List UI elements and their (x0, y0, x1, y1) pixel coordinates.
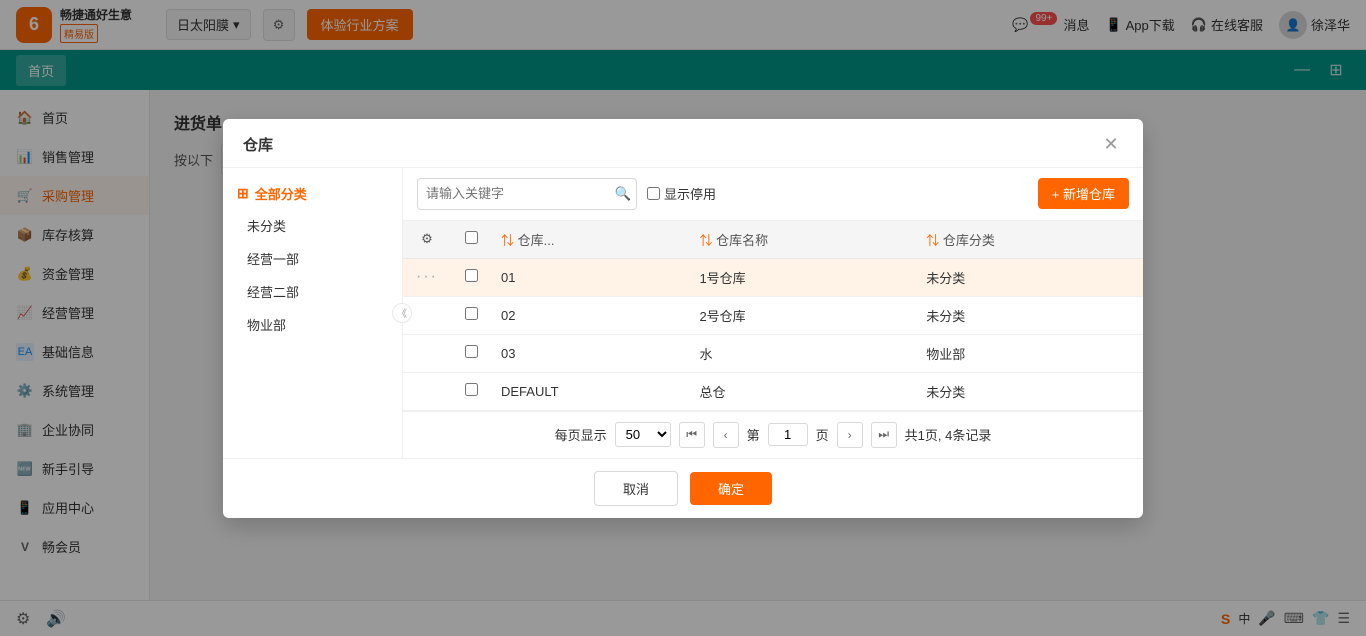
prev-page-button[interactable]: ‹ (713, 422, 739, 448)
warehouse-table: ⚙ ⇅ 仓库... ⇅ 仓库名称 (403, 221, 1143, 411)
row-cell-code-3: 03 (491, 334, 689, 372)
sort-icon-2: ⇅ (699, 233, 712, 248)
row-dots-4 (403, 372, 451, 410)
table-row[interactable]: ··· 01 1号仓库 未分类 (403, 258, 1143, 296)
col-settings: ⚙ (403, 221, 451, 259)
add-warehouse-button[interactable]: + 新增仓库 (1038, 178, 1129, 209)
first-page-button[interactable]: ⏮ (679, 422, 705, 448)
show-disabled-checkbox[interactable] (647, 187, 660, 200)
row-checkbox-4[interactable] (465, 383, 478, 396)
last-page-button[interactable]: ⏭ (871, 422, 897, 448)
confirm-button[interactable]: 确定 (690, 472, 772, 505)
grid-icon: ⊞ (237, 185, 249, 202)
table-row[interactable]: DEFAULT 总仓 未分类 (403, 372, 1143, 410)
row-checkbox-2[interactable] (465, 307, 478, 320)
tree-item-unclassified[interactable]: 未分类 (223, 209, 402, 242)
row-dots-3 (403, 334, 451, 372)
pagination-bar: 每页显示 50 10 20 100 ⏮ ‹ 第 页 › ⏭ 共1页, 4条记录 (403, 411, 1143, 458)
table-header: ⚙ ⇅ 仓库... ⇅ 仓库名称 (403, 221, 1143, 259)
row-cell-name-3: 水 (689, 334, 916, 372)
modal-overlay: 仓库 ✕ ⊞ 全部分类 未分类 经营一部 经营二部 物业部 《 (0, 0, 1366, 636)
data-table: ⚙ ⇅ 仓库... ⇅ 仓库名称 (403, 221, 1143, 411)
row-cell-name-2: 2号仓库 (689, 296, 916, 334)
tree-panel: ⊞ 全部分类 未分类 经营一部 经营二部 物业部 《 (223, 168, 403, 458)
tree-item-property[interactable]: 物业部 (223, 308, 402, 341)
row-cell-checkbox-3 (451, 334, 491, 372)
show-disabled-label[interactable]: 显示停用 (647, 184, 716, 203)
dialog-body: ⊞ 全部分类 未分类 经营一部 经营二部 物业部 《 🔍 (223, 168, 1143, 458)
right-toolbar: 🔍 显示停用 + 新增仓库 (403, 168, 1143, 221)
dialog-header: 仓库 ✕ (223, 119, 1143, 168)
row-checkbox-1[interactable] (465, 269, 478, 282)
sort-icon-3: ⇅ (926, 233, 939, 248)
table-body: ··· 01 1号仓库 未分类 (403, 258, 1143, 410)
tree-item-dept2[interactable]: 经营二部 (223, 275, 402, 308)
select-all-checkbox[interactable] (465, 231, 478, 244)
tree-root[interactable]: ⊞ 全部分类 (223, 178, 402, 209)
per-page-select[interactable]: 50 10 20 100 (615, 422, 671, 447)
show-disabled-text: 显示停用 (664, 184, 716, 203)
sort-icon: ⇅ (501, 233, 514, 248)
row-cell-name-4: 总仓 (689, 372, 916, 410)
search-icon: 🔍 (615, 186, 632, 202)
row-cell-category-1: 未分类 (916, 258, 1143, 296)
cancel-button[interactable]: 取消 (594, 471, 678, 506)
row-cell-checkbox-4 (451, 372, 491, 410)
row-action-dots[interactable]: ··· (416, 268, 438, 285)
row-cell-checkbox-2 (451, 296, 491, 334)
tree-collapse-button[interactable]: 《 (392, 303, 412, 323)
table-row[interactable]: 03 水 物业部 (403, 334, 1143, 372)
row-cell-name-1: 1号仓库 (689, 258, 916, 296)
row-cell-checkbox-1 (451, 258, 491, 296)
total-info: 共1页, 4条记录 (905, 425, 992, 444)
page-number-input[interactable] (768, 423, 808, 446)
dialog-close-button[interactable]: ✕ (1099, 133, 1123, 157)
row-cell-category-3: 物业部 (916, 334, 1143, 372)
dialog-footer: 取消 确定 (223, 458, 1143, 518)
tree-item-dept1[interactable]: 经营一部 (223, 242, 402, 275)
per-page-label: 每页显示 (555, 425, 607, 444)
search-input[interactable] (418, 181, 610, 206)
row-cell-code-1: 01 (491, 258, 689, 296)
search-button[interactable]: 🔍 (610, 179, 636, 209)
row-checkbox-3[interactable] (465, 345, 478, 358)
row-cell-category-2: 未分类 (916, 296, 1143, 334)
tree-root-label: 全部分类 (255, 184, 307, 203)
row-cell-code-4: DEFAULT (491, 372, 689, 410)
page-suffix: 页 (816, 425, 829, 444)
row-cell-category-4: 未分类 (916, 372, 1143, 410)
col-category: ⇅ 仓库分类 (916, 221, 1143, 259)
row-cell-code-2: 02 (491, 296, 689, 334)
table-row[interactable]: 02 2号仓库 未分类 (403, 296, 1143, 334)
col-checkbox (451, 221, 491, 259)
col-name: ⇅ 仓库名称 (689, 221, 916, 259)
row-dots-1: ··· (403, 258, 451, 296)
search-input-wrap: 🔍 (417, 178, 637, 210)
right-panel: 🔍 显示停用 + 新增仓库 ⚙ (403, 168, 1143, 458)
col-code: ⇅ 仓库... (491, 221, 689, 259)
dialog-title: 仓库 (243, 134, 273, 155)
next-page-button[interactable]: › (837, 422, 863, 448)
warehouse-dialog: 仓库 ✕ ⊞ 全部分类 未分类 经营一部 经营二部 物业部 《 (223, 119, 1143, 518)
page-label: 第 (747, 425, 760, 444)
